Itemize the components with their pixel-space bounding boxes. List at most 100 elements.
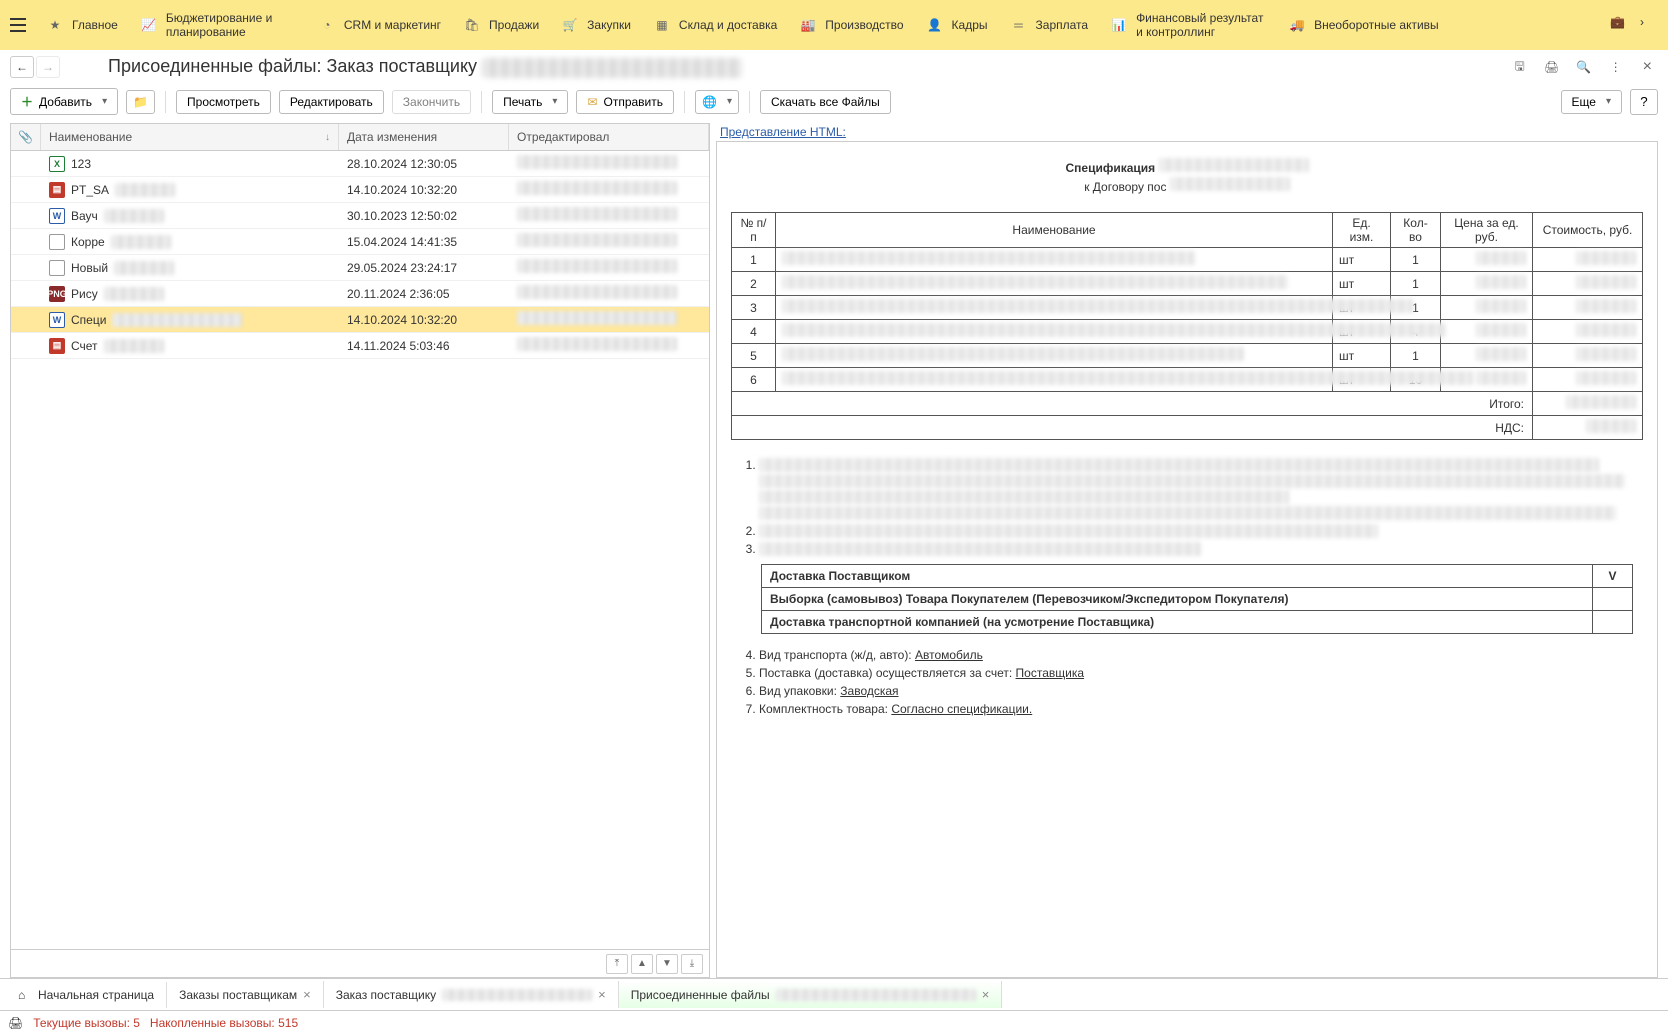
list-down-button[interactable]: ▼ <box>656 954 678 974</box>
file-name: Рису <box>71 287 98 301</box>
nav-finance[interactable]: 📊Финансовый результат и контроллинг <box>1100 5 1276 46</box>
search-icon[interactable]: 🔍 <box>1573 56 1595 78</box>
list-last-button[interactable]: ⤓ <box>681 954 703 974</box>
file-date: 14.10.2024 10:32:20 <box>339 179 509 201</box>
terms-list-cont: Вид транспорта (ж/д, авто): Автомобиль П… <box>759 648 1643 716</box>
nav-hr[interactable]: 👤Кадры <box>916 10 998 40</box>
truck-icon: 🚚 <box>1288 16 1306 34</box>
send-button[interactable]: ✉Отправить <box>576 90 674 114</box>
burger-icon[interactable] <box>8 15 28 35</box>
spec-row: 5 шт 1 <box>732 344 1643 368</box>
filetype-generic-icon <box>49 260 65 276</box>
preview-pane: Представление HTML: Спецификация к Догов… <box>716 123 1658 978</box>
file-name: Вауч <box>71 209 98 223</box>
file-editor <box>517 311 677 325</box>
filetype-png-icon: PNG <box>49 286 65 302</box>
nav-budgeting[interactable]: 📈Бюджетирование и планирование <box>130 5 306 46</box>
briefcase-icon[interactable]: 💼 <box>1610 15 1630 35</box>
spec-row: 4 шт 4 <box>732 320 1643 344</box>
money-icon: ＝ <box>1010 16 1028 34</box>
close-icon[interactable]: × <box>598 987 606 1002</box>
nav-warehouse[interactable]: ▦Склад и доставка <box>643 10 787 40</box>
nav-sales[interactable]: 🛍Продажи <box>453 10 549 40</box>
nav-purchases[interactable]: 🛒Закупки <box>551 10 641 40</box>
nav-production[interactable]: 🏭Производство <box>789 10 913 40</box>
vat-label: НДС: <box>732 416 1533 440</box>
nav-salary[interactable]: ＝Зарплата <box>1000 10 1099 40</box>
print-icon[interactable]: 🖨 <box>1541 56 1563 78</box>
file-editor <box>517 181 677 195</box>
doc-title: Спецификация <box>731 158 1643 175</box>
nav-back-button[interactable]: ← <box>10 56 34 78</box>
column-name[interactable]: Наименование↓ <box>41 124 339 150</box>
file-name: Новый <box>71 261 108 275</box>
list-first-button[interactable]: ⤒ <box>606 954 628 974</box>
print-button[interactable]: Печать <box>492 90 568 114</box>
file-row[interactable]: W Специ 14.10.2024 10:32:20 <box>11 307 709 333</box>
open-folder-button[interactable]: 📁 <box>126 90 155 114</box>
pie-icon: ◔ <box>318 16 336 34</box>
globe-button[interactable]: 🌐 <box>695 90 739 114</box>
file-name: PT_SA <box>71 183 109 197</box>
edit-button[interactable]: Редактировать <box>279 90 384 114</box>
preview-label-link[interactable]: Представление HTML: <box>716 123 1658 141</box>
bars-icon: 📊 <box>1110 16 1128 34</box>
nav-crm[interactable]: ◔CRM и маркетинг <box>308 10 451 40</box>
view-button[interactable]: Просмотреть <box>176 90 271 114</box>
folder-icon: 📁 <box>133 95 148 109</box>
page-title: Присоединенные файлы: Заказ поставщику <box>108 56 742 77</box>
file-row[interactable]: Корре 15.04.2024 14:41:35 <box>11 229 709 255</box>
filetype-generic-icon <box>49 234 65 250</box>
column-attach-icon[interactable]: 📎 <box>11 124 41 150</box>
chevron-right-icon[interactable]: › <box>1640 15 1660 35</box>
close-button[interactable]: × <box>1637 58 1658 76</box>
help-button[interactable]: ? <box>1630 89 1658 115</box>
download-all-button[interactable]: Скачать все Файлы <box>760 90 891 114</box>
top-nav: ★Главное 📈Бюджетирование и планирование … <box>0 0 1668 50</box>
tab-order[interactable]: Заказ поставщику × <box>324 981 619 1008</box>
file-row[interactable]: ▤ Счет 14.11.2024 5:03:46 <box>11 333 709 359</box>
person-icon: 👤 <box>926 16 944 34</box>
term-7: Комплектность товара: Согласно специфика… <box>759 702 1643 716</box>
more-button[interactable]: Еще <box>1561 90 1622 114</box>
delivery-check-1: V <box>1593 565 1633 588</box>
file-name: 123 <box>71 157 91 171</box>
th-num: № п/п <box>732 213 776 248</box>
filetype-pdf-icon: ▤ <box>49 338 65 354</box>
file-row[interactable]: X 123 28.10.2024 12:30:05 <box>11 151 709 177</box>
file-editor <box>517 285 677 299</box>
preview-content[interactable]: Спецификация к Договору пос № п/п Наимен… <box>716 141 1658 978</box>
file-row[interactable]: ▤ PT_SA 14.10.2024 10:32:20 <box>11 177 709 203</box>
toolbar: ＋Добавить 📁 Просмотреть Редактировать За… <box>0 84 1668 123</box>
filetype-doc-icon: W <box>49 312 65 328</box>
file-editor <box>517 233 677 247</box>
th-unit: Ед. изм. <box>1333 213 1391 248</box>
file-name: Специ <box>71 313 106 327</box>
list-up-button[interactable]: ▲ <box>631 954 653 974</box>
th-cost: Стоимость, руб. <box>1533 213 1643 248</box>
add-button[interactable]: ＋Добавить <box>10 88 118 115</box>
close-icon[interactable]: × <box>303 987 311 1002</box>
factory-icon: 🏭 <box>799 16 817 34</box>
delivery-row-2: Выборка (самовывоз) Товара Покупателем (… <box>762 588 1593 611</box>
file-row[interactable]: W Вауч 30.10.2023 12:50:02 <box>11 203 709 229</box>
th-price: Цена за ед. руб. <box>1441 213 1533 248</box>
file-list-pane: 📎 Наименование↓ Дата изменения Отредакти… <box>10 123 710 978</box>
tab-home[interactable]: ⌂Начальная страница <box>6 982 167 1008</box>
file-row[interactable]: Новый 29.05.2024 23:24:17 <box>11 255 709 281</box>
term-6: Вид упаковки: Заводская <box>759 684 1643 698</box>
nav-main[interactable]: ★Главное <box>36 10 128 40</box>
file-row[interactable]: PNG Рису 20.11.2024 2:36:05 <box>11 281 709 307</box>
file-editor <box>517 207 677 221</box>
save-icon[interactable]: 🖫 <box>1509 56 1531 78</box>
tab-attached-files[interactable]: Присоединенные файлы × <box>619 981 1003 1008</box>
close-icon[interactable]: × <box>982 987 990 1002</box>
cart-icon: 🛒 <box>561 16 579 34</box>
kebab-icon[interactable]: ⋮ <box>1605 56 1627 78</box>
terms-list <box>759 458 1643 556</box>
printer-icon[interactable]: 🖨 <box>8 1016 23 1030</box>
nav-assets[interactable]: 🚚Внеоборотные активы <box>1278 10 1449 40</box>
tab-orders[interactable]: Заказы поставщикам × <box>167 981 324 1008</box>
column-date[interactable]: Дата изменения <box>339 124 509 150</box>
column-editor[interactable]: Отредактировал <box>509 124 709 150</box>
